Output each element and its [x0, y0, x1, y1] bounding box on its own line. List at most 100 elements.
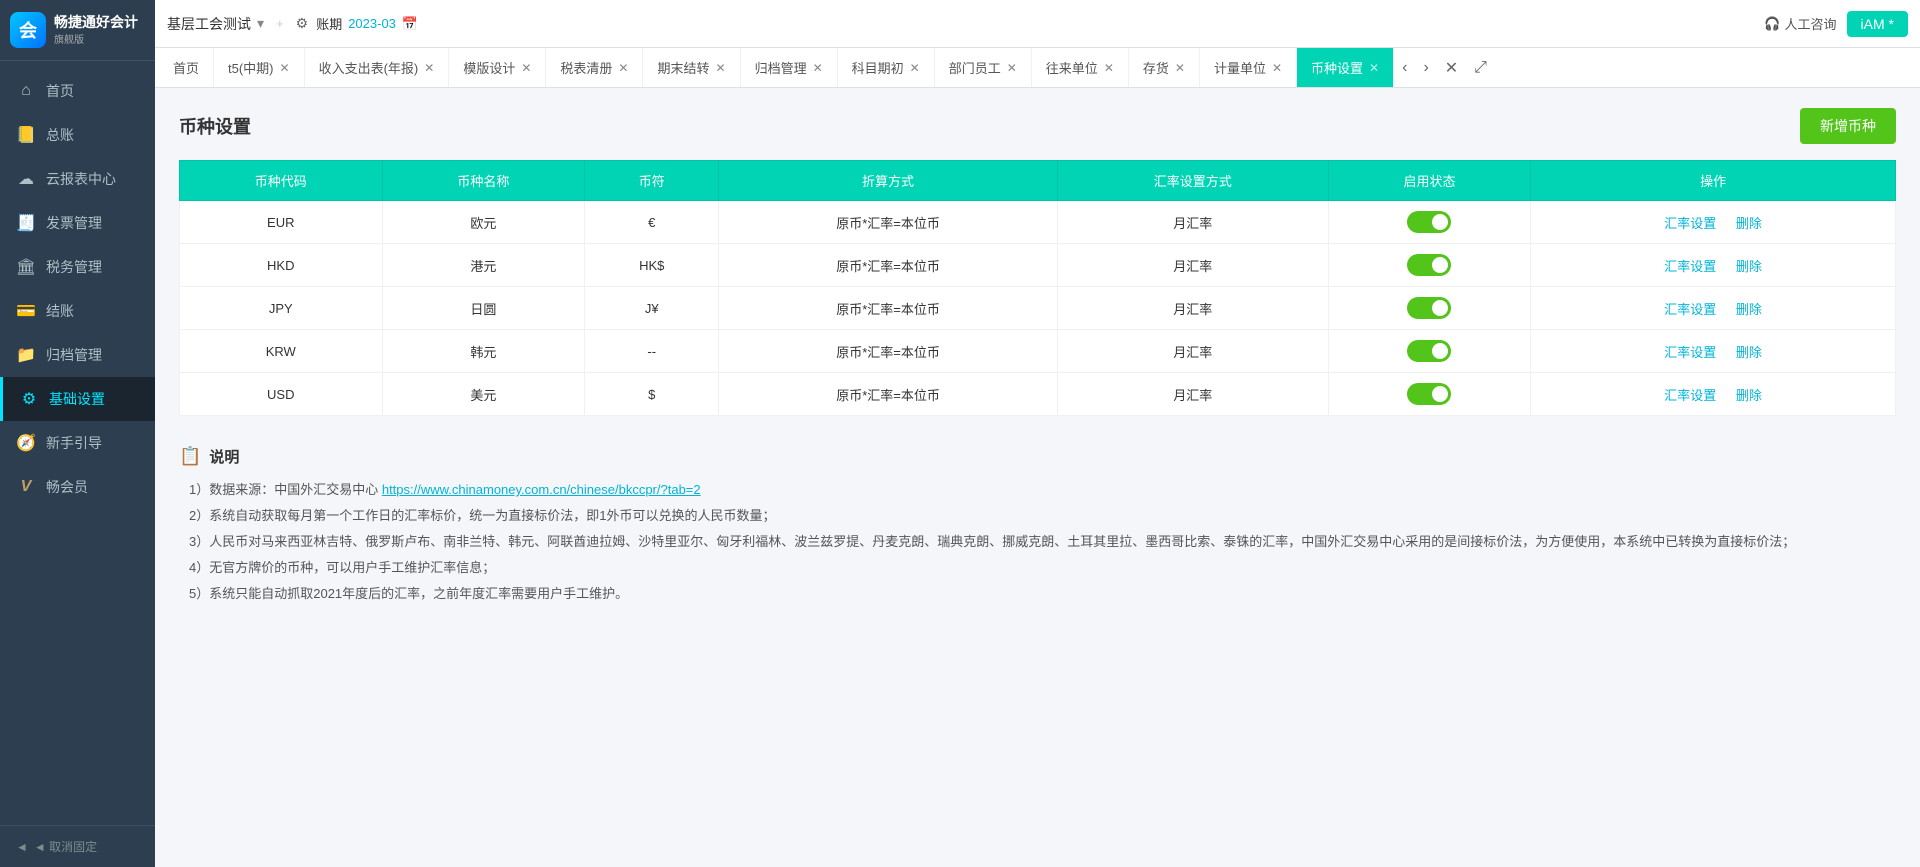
tab-label: 部门员工 [949, 58, 1001, 77]
kuaiji-button[interactable]: iAM * [1847, 11, 1908, 37]
col-code: 币种代码 [180, 161, 383, 201]
rate-setting-link[interactable]: 汇率设置 [1664, 216, 1716, 231]
tab-close-icon[interactable]: ✕ [280, 61, 290, 75]
cell-symbol: € [585, 201, 719, 244]
sidebar-item-guide[interactable]: 🧭 新手引导 [0, 421, 155, 465]
cell-symbol: HK$ [585, 244, 719, 287]
cell-calc: 原币*汇率=本位币 [719, 287, 1057, 330]
tab-close-all-button[interactable]: ✕ [1437, 58, 1466, 78]
notes-title: 说明 [209, 446, 239, 467]
invoice-icon: 🧾 [16, 213, 36, 233]
sidebar-item-settings[interactable]: ⚙ 基础设置 [0, 377, 155, 421]
app-edition: 旗舰版 [54, 31, 138, 46]
rate-setting-link[interactable]: 汇率设置 [1664, 388, 1716, 403]
cell-rate-type: 月汇率 [1057, 201, 1328, 244]
notes-external-link[interactable]: https://www.chinamoney.com.cn/chinese/bk… [382, 482, 701, 497]
notes-section: 📋 说明 1）数据来源：中国外汇交易中心 https://www.chinamo… [179, 446, 1896, 607]
tab-close-icon[interactable]: ✕ [813, 61, 823, 75]
period-selector[interactable]: 账期 2023-03 📅 [316, 14, 418, 33]
tab-archive[interactable]: 归档管理 ✕ [741, 48, 838, 87]
delete-link[interactable]: 删除 [1736, 259, 1762, 274]
cell-symbol: $ [585, 373, 719, 416]
period-label: 账期 [316, 14, 342, 33]
tab-next-button[interactable]: › [1415, 59, 1436, 77]
cell-status [1328, 373, 1531, 416]
cell-code: JPY [180, 287, 383, 330]
tab-prev-button[interactable]: ‹ [1394, 59, 1415, 77]
tab-template[interactable]: 模版设计 ✕ [449, 48, 546, 87]
sidebar-item-home[interactable]: ⌂ 首页 [0, 69, 155, 113]
app-logo-icon: 会 [10, 12, 46, 48]
tab-close-icon[interactable]: ✕ [1007, 61, 1017, 75]
notes-item: 2）系统自动获取每月第一个工作日的汇率标价，统一为直接标价法，即1外币可以兑换的… [189, 503, 1896, 529]
sidebar-item-label: 基础设置 [49, 389, 105, 409]
table-row: KRW 韩元 -- 原币*汇率=本位币 月汇率 汇率设置 删除 [180, 330, 1896, 373]
table-row: JPY 日圆 J¥ 原币*汇率=本位币 月汇率 汇率设置 删除 [180, 287, 1896, 330]
tab-close-icon[interactable]: ✕ [1175, 61, 1185, 75]
sidebar-item-tax[interactable]: 🏛 税务管理 [0, 245, 155, 289]
tab-income[interactable]: 收入支出表(年报) ✕ [305, 48, 450, 87]
guide-icon: 🧭 [16, 433, 36, 453]
new-currency-button[interactable]: 新增币种 [1800, 108, 1896, 144]
rate-setting-link[interactable]: 汇率设置 [1664, 345, 1716, 360]
app-name: 畅捷通好会计 [54, 14, 138, 31]
cloud-icon: ☁ [16, 169, 36, 189]
toggle-enabled[interactable] [1407, 383, 1451, 405]
col-status: 启用状态 [1328, 161, 1531, 201]
tab-close-icon[interactable]: ✕ [1104, 61, 1114, 75]
ledger-icon: 📒 [16, 125, 36, 145]
notes-header: 📋 说明 [179, 446, 1896, 467]
toggle-enabled[interactable] [1407, 211, 1451, 233]
tab-close-icon[interactable]: ✕ [521, 61, 531, 75]
settings-gear-icon[interactable]: ⚙ [296, 15, 309, 32]
table-row: USD 美元 $ 原币*汇率=本位币 月汇率 汇率设置 删除 [180, 373, 1896, 416]
cell-calc: 原币*汇率=本位币 [719, 373, 1057, 416]
tab-units[interactable]: 计量单位 ✕ [1200, 48, 1297, 87]
pin-icon: ◄ [16, 840, 28, 854]
sidebar-item-checkout[interactable]: 💳 结账 [0, 289, 155, 333]
table-body: EUR 欧元 € 原币*汇率=本位币 月汇率 汇率设置 删除 HKD 港元 HK… [180, 201, 1896, 416]
project-selector[interactable]: 基层工会测试 ▾ [167, 14, 264, 34]
cell-code: USD [180, 373, 383, 416]
delete-link[interactable]: 删除 [1736, 388, 1762, 403]
sidebar-footer-pin[interactable]: ◄ ◄ 取消固定 [0, 825, 155, 867]
toggle-enabled[interactable] [1407, 297, 1451, 319]
delete-link[interactable]: 删除 [1736, 216, 1762, 231]
notes-item: 3）人民币对马来西亚林吉特、俄罗斯卢布、南非兰特、韩元、阿联酋迪拉姆、沙特里亚尔… [189, 529, 1896, 555]
tab-inventory[interactable]: 存货 ✕ [1129, 48, 1200, 87]
sidebar-item-invoice[interactable]: 🧾 发票管理 [0, 201, 155, 245]
tab-close-icon[interactable]: ✕ [1272, 61, 1282, 75]
tab-close-icon[interactable]: ✕ [1369, 61, 1379, 75]
tab-balancesheet[interactable]: t5(中期) ✕ [214, 48, 305, 87]
delete-link[interactable]: 删除 [1736, 302, 1762, 317]
service-button[interactable]: 🎧 人工咨询 [1764, 14, 1836, 33]
logo-text-block: 畅捷通好会计 旗舰版 [54, 14, 138, 46]
sidebar-item-archive[interactable]: 📁 归档管理 [0, 333, 155, 377]
tab-periodend[interactable]: 期末结转 ✕ [643, 48, 740, 87]
cell-code: HKD [180, 244, 383, 287]
sidebar-item-label: 畅会员 [46, 477, 88, 497]
toggle-enabled[interactable] [1407, 254, 1451, 276]
tab-expand-button[interactable]: ⤢ [1466, 59, 1495, 77]
sidebar-item-member[interactable]: V 畅会员 [0, 465, 155, 509]
rate-setting-link[interactable]: 汇率设置 [1664, 302, 1716, 317]
tab-close-icon[interactable]: ✕ [716, 61, 726, 75]
rate-setting-link[interactable]: 汇率设置 [1664, 259, 1716, 274]
delete-link[interactable]: 删除 [1736, 345, 1762, 360]
tab-close-icon[interactable]: ✕ [424, 61, 434, 75]
tab-dept[interactable]: 部门员工 ✕ [935, 48, 1032, 87]
service-label: 人工咨询 [1785, 14, 1837, 33]
sidebar-item-reports[interactable]: ☁ 云报表中心 [0, 157, 155, 201]
sidebar-item-ledger[interactable]: 📒 总账 [0, 113, 155, 157]
table-row: EUR 欧元 € 原币*汇率=本位币 月汇率 汇率设置 删除 [180, 201, 1896, 244]
toggle-enabled[interactable] [1407, 340, 1451, 362]
table-row: HKD 港元 HK$ 原币*汇率=本位币 月汇率 汇率设置 删除 [180, 244, 1896, 287]
tab-contacts[interactable]: 往来单位 ✕ [1032, 48, 1129, 87]
tab-home[interactable]: 首页 [159, 48, 214, 87]
tab-subjects[interactable]: 科目期初 ✕ [838, 48, 935, 87]
tab-close-icon[interactable]: ✕ [910, 61, 920, 75]
tab-currency[interactable]: 币种设置 ✕ [1297, 48, 1394, 87]
tab-close-icon[interactable]: ✕ [618, 61, 628, 75]
tab-taxclear[interactable]: 税表清册 ✕ [546, 48, 643, 87]
checkout-icon: 💳 [16, 301, 36, 321]
